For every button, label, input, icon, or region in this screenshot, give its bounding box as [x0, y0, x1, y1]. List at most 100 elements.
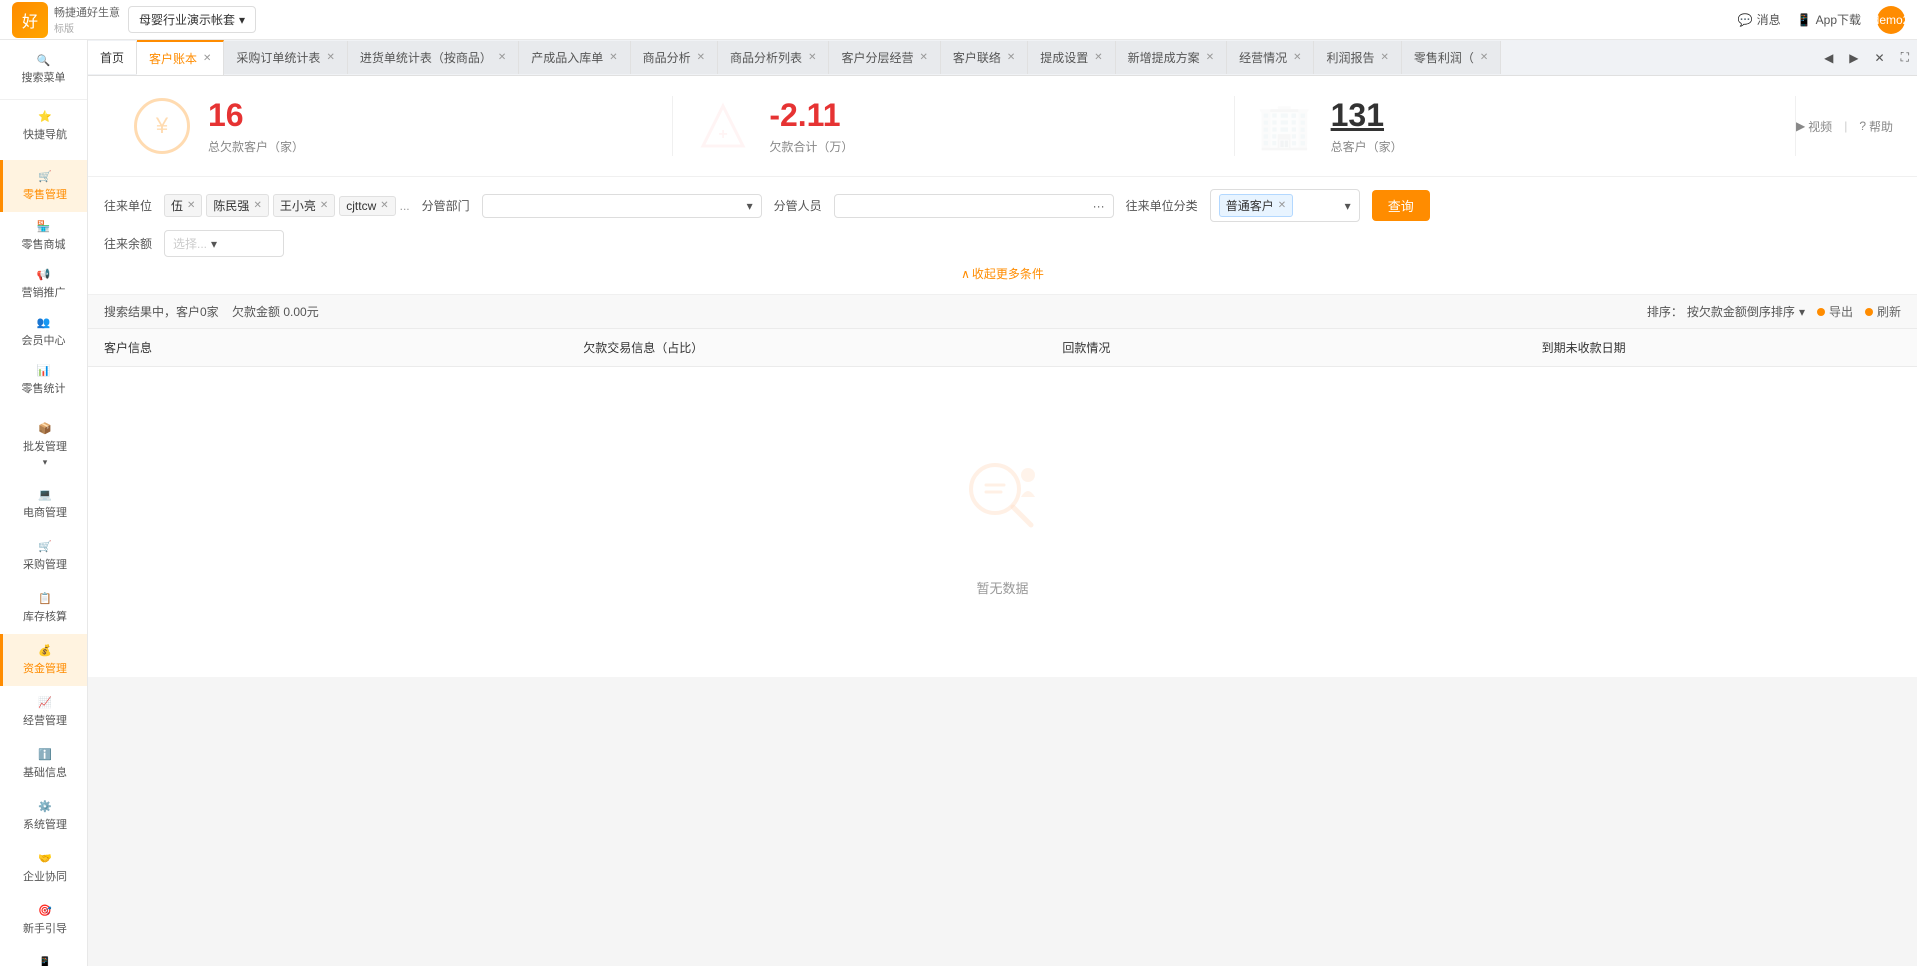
tab-close-business-status[interactable]: ✕ [1293, 52, 1301, 63]
sidebar-item-purchase-mgmt[interactable]: 🛒 采购管理 [0, 530, 87, 582]
tab-close-all-button[interactable]: ✕ [1867, 43, 1893, 73]
tab-customer-contact[interactable]: 客户联络 ✕ [941, 41, 1028, 74]
industry-selector[interactable]: 母婴行业演示帐套 ▾ [128, 6, 256, 33]
sidebar-item-new-user-guide[interactable]: 🎯 新手引导 [0, 894, 87, 946]
logo-text: 畅捷通好生意 标版 [54, 4, 120, 35]
unit-type-tag-close[interactable]: ✕ [1278, 200, 1286, 211]
video-button[interactable]: ▶ 视频 [1796, 118, 1832, 135]
remainder-select[interactable]: 选择... ▾ [164, 230, 284, 257]
tab-customer-accounts[interactable]: 客户账本 ✕ [137, 40, 224, 75]
sidebar-item-retail-shop[interactable]: 🏪 零售商城 [0, 212, 87, 260]
sidebar-item-member-center[interactable]: 👥 会员中心 [0, 308, 87, 356]
message-button[interactable]: 💬 消息 [1738, 11, 1781, 28]
total-customers-number: 131 [1331, 97, 1403, 134]
unit-type-select[interactable]: 普通客户 ✕ ▾ [1210, 189, 1360, 222]
tab-home[interactable]: 首页 [88, 41, 137, 74]
play-icon: ▶ [1796, 119, 1805, 133]
purchase-icon: 🛒 [38, 540, 52, 553]
tab-close-customer-accounts[interactable]: ✕ [203, 53, 211, 64]
search-menu-button[interactable]: 🔍 搜索菜单 [8, 48, 79, 91]
collab-icon: 🤝 [38, 852, 52, 865]
wholesale-icon: 📦 [38, 422, 52, 435]
tab-new-tips-plan[interactable]: 新增提成方案 ✕ [1116, 41, 1227, 74]
filter-more-button[interactable]: ... [400, 199, 410, 213]
page-content: ¥ 16 总欠款客户（家） + [88, 76, 1917, 966]
tab-prev-button[interactable]: ◀ [1816, 43, 1841, 73]
unit-filter-label: 往来单位 [104, 197, 152, 214]
total-customers-label: 总客户（家） [1331, 138, 1403, 155]
search-result-bar: 搜索结果中，客户0家 欠款金额 0.00元 排序： 按欠款金额倒序排序 ▾ 导出 [88, 295, 1917, 329]
sidebar-item-enterprise-collab[interactable]: 🤝 企业协同 [0, 842, 87, 894]
sidebar-item-capital-mgmt[interactable]: 💰 资金管理 [0, 634, 87, 686]
help-icon: ? [1859, 119, 1866, 133]
retail-icon: 🛒 [38, 170, 52, 183]
filter-tag-close-3[interactable]: ✕ [320, 200, 328, 211]
tab-close-product-analysis[interactable]: ✕ [697, 52, 705, 63]
tab-expand-button[interactable]: ⛶ [1893, 42, 1917, 73]
tab-business-status[interactable]: 经营情况 ✕ [1227, 41, 1314, 74]
sidebar-item-operations-mgmt[interactable]: 📈 经营管理 [0, 686, 87, 738]
sidebar-search-area: 🔍 搜索菜单 [0, 40, 87, 100]
tab-close-product-stock[interactable]: ✕ [609, 52, 617, 63]
sidebar-item-quick-nav[interactable]: ⭐ 快捷导航 [0, 100, 87, 152]
debt-label: 欠款合计（万） [769, 138, 853, 155]
tab-close-customer-contact[interactable]: ✕ [1007, 52, 1015, 63]
tab-next-button[interactable]: ▶ [1841, 43, 1866, 73]
tab-product-analysis-list[interactable]: 商品分析列表 ✕ [718, 41, 829, 74]
query-button[interactable]: 查询 [1372, 190, 1430, 221]
sidebar-item-retail-stats[interactable]: 📊 零售统计 [0, 356, 87, 404]
filter-tag-close-4[interactable]: ✕ [380, 200, 388, 211]
tab-close-retail-profit[interactable]: ✕ [1480, 52, 1488, 63]
star-icon: ⭐ [38, 110, 52, 123]
export-button[interactable]: 导出 [1817, 303, 1853, 320]
tab-bar: 首页 客户账本 ✕ 采购订单统计表 ✕ 进货单统计表（按商品） ✕ 产成品入库单… [88, 40, 1917, 76]
sidebar-item-inventory[interactable]: 📋 库存核算 [0, 582, 87, 634]
tab-product-analysis[interactable]: 商品分析 ✕ [631, 41, 718, 74]
tab-controls: ◀ ▶ ✕ ⛶ [1816, 42, 1917, 73]
filter-collapse-button[interactable]: ∧ 收起更多条件 [961, 265, 1044, 282]
help-button[interactable]: ? 帮助 [1859, 118, 1893, 135]
filter-tag-close-1[interactable]: ✕ [187, 200, 195, 211]
app-download-button[interactable]: 📱 App下载 [1797, 11, 1861, 28]
sidebar-item-app-center[interactable]: 📱 应用中心 [0, 946, 87, 966]
tab-profit-report[interactable]: 利润报告 ✕ [1314, 41, 1401, 74]
sort-selector[interactable]: 排序： 按欠款金额倒序排序 ▾ [1647, 303, 1805, 320]
refresh-button[interactable]: 刷新 [1865, 303, 1901, 320]
avatar[interactable]: demo2 [1877, 6, 1905, 34]
customers-stat-icon: ¥ [132, 96, 192, 156]
tab-tips-settings[interactable]: 提成设置 ✕ [1028, 41, 1115, 74]
tab-customer-segment[interactable]: 客户分层经营 ✕ [829, 41, 940, 74]
orange-dot-icon-2 [1865, 308, 1873, 316]
tab-close-tips-settings[interactable]: ✕ [1094, 52, 1102, 63]
tab-retail-profit[interactable]: 零售利润（ ✕ [1402, 41, 1501, 74]
logo-icon: 好 [12, 2, 48, 38]
tab-close-profit-report[interactable]: ✕ [1381, 52, 1389, 63]
chevron-down-remainder-icon: ▾ [211, 237, 217, 251]
sidebar-item-system-mgmt[interactable]: ⚙️ 系统管理 [0, 790, 87, 842]
sidebar-item-retail-mgmt[interactable]: 🛒 零售管理 [0, 160, 87, 212]
main-layout: 🔍 搜索菜单 ⭐ 快捷导航 🛒 零售管理 🏪 零售商城 📢 营销推广 👥 会员中… [0, 40, 1917, 966]
sidebar-item-marketing[interactable]: 📢 营销推广 [0, 260, 87, 308]
tab-close-incoming-stats[interactable]: ✕ [498, 52, 506, 63]
filter-tag-close-2[interactable]: ✕ [253, 200, 261, 211]
tab-incoming-stats[interactable]: 进货单统计表（按商品） ✕ [348, 41, 519, 74]
sidebar-item-ecommerce[interactable]: 💻 电商管理 [0, 478, 87, 530]
tab-close-new-tips-plan[interactable]: ✕ [1206, 52, 1214, 63]
tab-close-customer-segment[interactable]: ✕ [919, 52, 927, 63]
collapse-arrow-icon: ∧ [961, 267, 970, 281]
tab-close-purchase-orders[interactable]: ✕ [326, 52, 334, 63]
tab-purchase-orders[interactable]: 采购订单统计表 ✕ [224, 41, 347, 74]
dept-filter-select[interactable]: ▾ [482, 194, 762, 218]
tab-close-product-analysis-list[interactable]: ✕ [808, 52, 816, 63]
filter-collapse-row: ∧ 收起更多条件 [104, 265, 1901, 282]
debt-stat-info: -2.11 欠款合计（万） [769, 97, 853, 155]
sidebar-item-basic-info[interactable]: ℹ️ 基础信息 [0, 738, 87, 790]
empty-state-icon [953, 447, 1053, 566]
tab-product-stock[interactable]: 产成品入库单 ✕ [519, 41, 630, 74]
table-col-debt-info: 欠款交易信息（占比） [583, 339, 1062, 356]
filter-area: 往来单位 伍 ✕ 陈民强 ✕ 王小亮 ✕ [88, 177, 1917, 295]
sidebar-item-wholesale-mgmt[interactable]: 📦 批发管理 ▾ [0, 412, 87, 478]
person-filter-select[interactable]: ··· [834, 194, 1114, 218]
stat-card-customers: ¥ 16 总欠款客户（家） [112, 96, 673, 156]
remainder-placeholder: 选择... [173, 235, 207, 252]
